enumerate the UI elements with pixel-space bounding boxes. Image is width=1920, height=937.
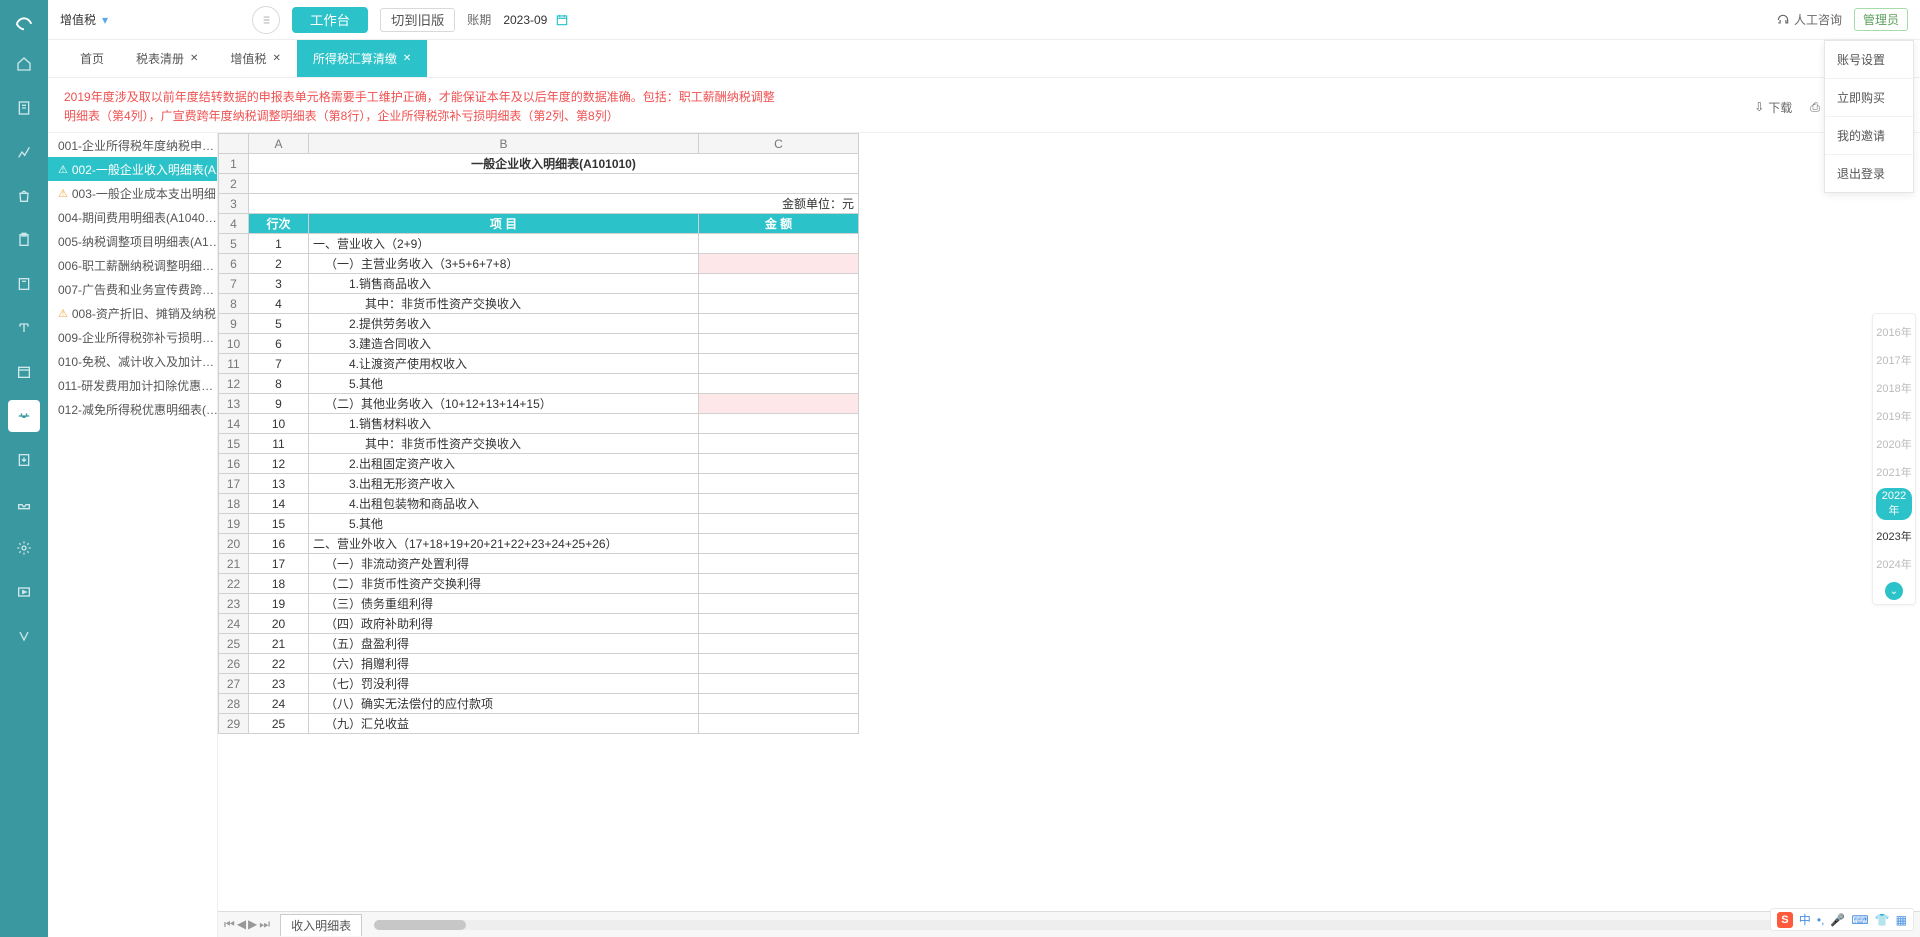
sheet-nav-next-icon[interactable]: ▶ [248,917,257,932]
warning-icon: ⚠ [58,163,68,176]
rail-inbox-icon[interactable] [8,488,40,520]
headset-icon [1776,13,1790,27]
rail-calendar-icon[interactable] [8,356,40,388]
tree-item-11[interactable]: 012-减免所得税优惠明细表(… [48,397,217,421]
rail-export-icon[interactable] [8,444,40,476]
rail-book-icon[interactable] [8,268,40,300]
ime-logo-icon: S [1777,912,1793,928]
topbar: 增值税 ▾ 工作台 切到旧版 账期 2023-09 人工咨询 管理员 [48,0,1920,40]
tab-2[interactable]: 增值税✕ [214,40,296,77]
admin-button[interactable]: 管理员 [1854,8,1908,31]
year-2020年[interactable]: 2020年 [1873,430,1915,458]
spreadsheet[interactable]: ABC1一般企业收入明细表(A101010)23金额单位：元4行次项 目金 额5… [218,133,1920,911]
year-2017年[interactable]: 2017年 [1873,346,1915,374]
ime-keyboard-icon[interactable]: ⌨ [1851,913,1868,927]
user-menu: 账号设置 立即购买 我的邀请 退出登录 [1824,40,1914,193]
rail-v-icon[interactable] [8,620,40,652]
tab-0[interactable]: 首页 [64,40,120,77]
list-circle-icon[interactable] [252,6,280,34]
rail-bag-icon[interactable] [8,180,40,212]
tab-close-icon[interactable]: ✕ [190,53,198,64]
ime-punct-icon[interactable]: •, [1817,913,1825,927]
user-menu-buy[interactable]: 立即购买 [1825,79,1913,117]
tree-item-4[interactable]: 005-纳税调整项目明细表(A1… [48,229,217,253]
rail-tax-icon[interactable] [8,400,40,432]
year-2024年[interactable]: 2024年 [1873,550,1915,578]
module-dropdown[interactable]: 增值税 ▾ [60,11,240,28]
sheet-tab-bar: ⏮ ◀ ▶ ⏭ 收入明细表 [218,911,1920,937]
download-action[interactable]: ⇩ 下载 [1754,99,1792,116]
warning-notice: 2019年度涉及取以前年度结转数据的申报表单元格需要手工维护正确，才能保证本年及… [64,88,784,126]
rail-clipboard-icon[interactable] [8,224,40,256]
ime-bar: S 中 •, 🎤 ⌨ 👕 ▦ [1770,908,1914,931]
period-label: 账期 [467,11,491,28]
sheet-tab[interactable]: 收入明细表 [280,914,362,936]
warning-icon: ⚠ [58,307,68,320]
user-menu-logout[interactable]: 退出登录 [1825,155,1913,192]
tab-close-icon[interactable]: ✕ [272,53,280,64]
user-menu-account[interactable]: 账号设置 [1825,41,1913,79]
year-2023年[interactable]: 2023年 [1873,522,1915,550]
tab-3[interactable]: 所得税汇算清缴✕ [297,40,427,77]
year-rail: 2016年2017年2018年2019年2020年2021年2022年2023年… [1872,313,1916,605]
tree-item-2[interactable]: ⚠003-一般企业成本支出明细… [48,181,217,205]
rail-chart-icon[interactable] [8,136,40,168]
workbench-button[interactable]: 工作台 [292,7,368,33]
rail-text-icon[interactable] [8,312,40,344]
rail-video-icon[interactable] [8,576,40,608]
rail-home-icon[interactable] [8,48,40,80]
user-menu-invite[interactable]: 我的邀请 [1825,117,1913,155]
tab-close-icon[interactable]: ✕ [403,53,411,64]
year-2016年[interactable]: 2016年 [1873,318,1915,346]
sub-toolbar: 2019年度涉及取以前年度结转数据的申报表单元格需要手工维护正确，才能保证本年及… [48,78,1920,133]
sheet-nav-prev-icon[interactable]: ◀ [237,917,246,932]
module-dropdown-label: 增值税 [60,11,96,28]
ime-grid-icon[interactable]: ▦ [1896,913,1907,927]
form-tree: 001-企业所得税年度纳税申…⚠002-一般企业收入明细表(A1…⚠003-一般… [48,133,218,937]
consult-link[interactable]: 人工咨询 [1776,11,1842,28]
period-picker[interactable]: 2023-09 [503,13,569,27]
sheet-nav-last-icon[interactable]: ⏭ [259,917,270,932]
tree-item-1[interactable]: ⚠002-一般企业收入明细表(A1… [48,157,217,181]
tree-item-8[interactable]: 009-企业所得税弥补亏损明… [48,325,217,349]
ime-lang[interactable]: 中 [1799,911,1811,928]
ime-skin-icon[interactable]: 👕 [1875,913,1890,927]
tabs-bar: 首页税表清册✕增值税✕所得税汇算清缴✕ [48,40,1920,78]
switch-old-button[interactable]: 切到旧版 [380,8,455,32]
rail-doc-icon[interactable] [8,92,40,124]
sheet-nav-first-icon[interactable]: ⏮ [224,917,235,932]
period-value: 2023-09 [503,13,547,27]
tree-item-3[interactable]: 004-期间费用明细表(A1040… [48,205,217,229]
year-more-icon[interactable]: ⌄ [1885,582,1903,600]
year-2019年[interactable]: 2019年 [1873,402,1915,430]
year-2021年[interactable]: 2021年 [1873,458,1915,486]
tab-1[interactable]: 税表清册✕ [120,40,214,77]
side-rail [0,0,48,937]
year-2018年[interactable]: 2018年 [1873,374,1915,402]
chevron-down-icon: ▾ [102,13,108,27]
calendar-icon [555,13,569,27]
warning-icon: ⚠ [58,187,68,200]
ime-mic-icon[interactable]: 🎤 [1830,913,1845,927]
tree-item-5[interactable]: 006-职工薪酬纳税调整明细… [48,253,217,277]
horizontal-scrollbar[interactable] [374,920,1906,930]
tree-item-9[interactable]: 010-免税、减计收入及加计… [48,349,217,373]
tree-item-0[interactable]: 001-企业所得税年度纳税申… [48,133,217,157]
tree-item-7[interactable]: ⚠008-资产折旧、摊销及纳税… [48,301,217,325]
tree-item-10[interactable]: 011-研发费用加计扣除优惠… [48,373,217,397]
app-logo [10,8,38,36]
year-2022年[interactable]: 2022年 [1876,488,1912,520]
tree-item-6[interactable]: 007-广告费和业务宣传费跨… [48,277,217,301]
rail-gear-icon[interactable] [8,532,40,564]
